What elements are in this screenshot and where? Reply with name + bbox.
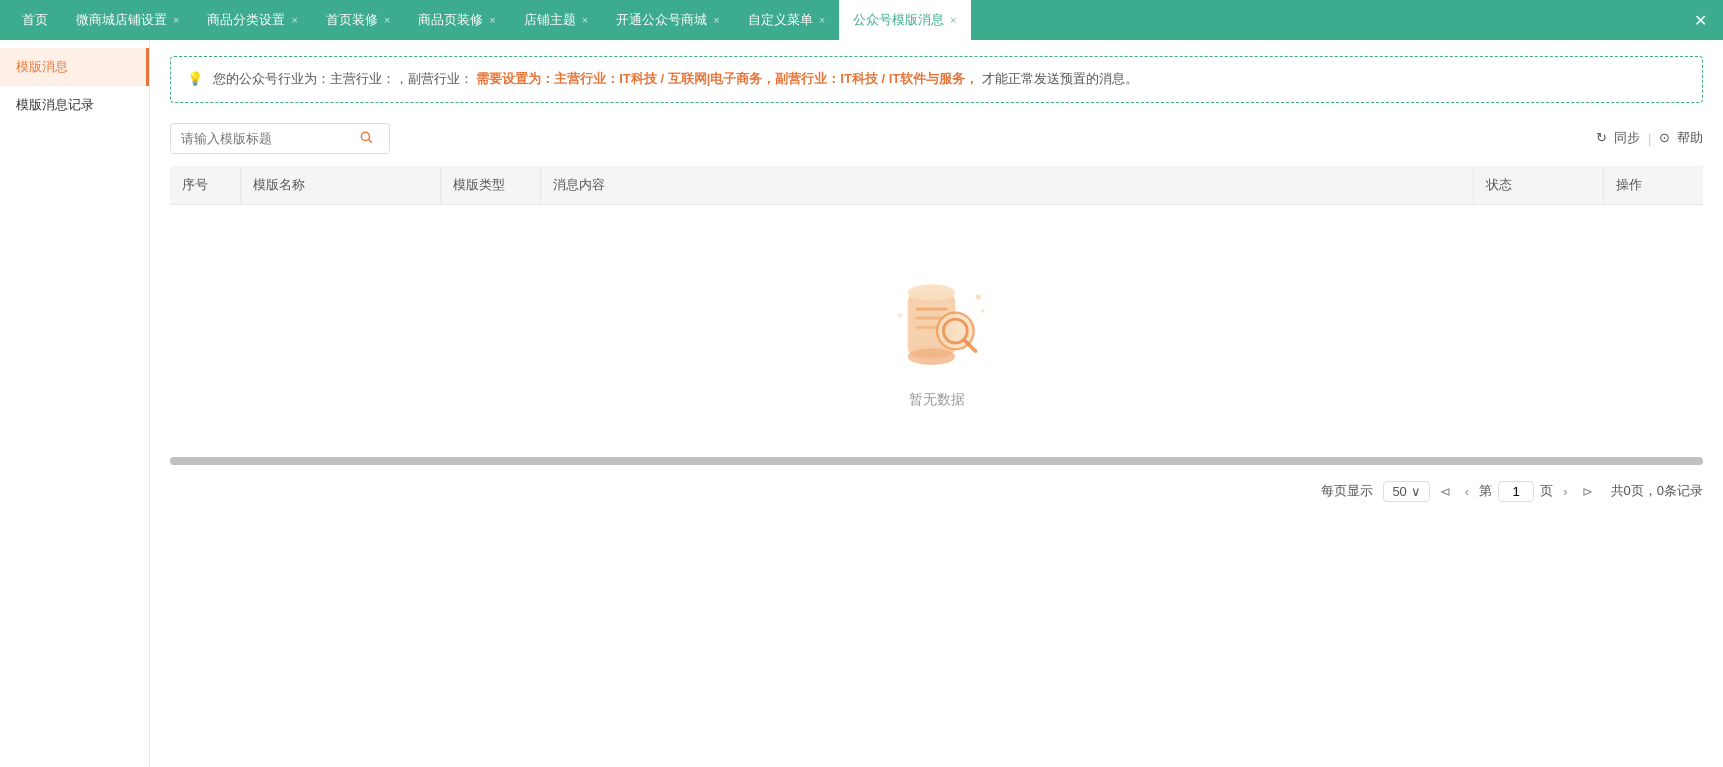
tab-product-decor-label: 商品页装修 — [418, 11, 483, 29]
toolbar-right: ↻ 同步 | ⊙ 帮助 — [1596, 129, 1703, 147]
content-area: 💡 您的公众号行业为：主营行业：，副营行业： 需要设置为：主营行业：IT科技 /… — [150, 40, 1723, 767]
col-seq: 序号 — [170, 166, 240, 205]
per-page-label: 每页显示 — [1321, 482, 1373, 500]
sidebar-item-template-msg-label: 模版消息 — [16, 59, 68, 74]
empty-state: 暂无数据 — [170, 205, 1703, 449]
svg-point-4 — [907, 284, 955, 301]
notice-banner: 💡 您的公众号行业为：主营行业：，副营行业： 需要设置为：主营行业：IT科技 /… — [170, 56, 1703, 103]
sync-label: 同步 — [1614, 130, 1640, 145]
tab-custom-menu-label: 自定义菜单 — [748, 11, 813, 29]
col-action: 操作 — [1603, 166, 1703, 205]
pagination: 每页显示 50 ∨ ⊲ ‹ 第 页 › ⊳ 共0页，0条记录 — [170, 473, 1703, 506]
tab-product-category-close[interactable]: × — [291, 14, 297, 26]
tab-open-mall[interactable]: 开通公众号商城 × — [602, 0, 733, 40]
empty-state-text: 暂无数据 — [909, 391, 965, 409]
tab-homepage-decor[interactable]: 首页装修 × — [312, 0, 404, 40]
col-template-name: 模版名称 — [240, 166, 440, 205]
tab-template-msg-close[interactable]: × — [950, 14, 956, 26]
svg-point-13 — [981, 309, 985, 313]
per-page-dropdown-icon: ∨ — [1411, 484, 1421, 499]
tab-custom-menu[interactable]: 自定义菜单 × — [734, 0, 839, 40]
page-total-text: 共0页，0条记录 — [1611, 482, 1703, 500]
sync-button[interactable]: ↻ 同步 — [1596, 129, 1640, 147]
tab-open-mall-label: 开通公众号商城 — [616, 11, 707, 29]
close-all-button[interactable]: ✕ — [1686, 11, 1715, 30]
notice-icon: 💡 — [187, 71, 203, 86]
tab-shop-theme-label: 店铺主题 — [524, 11, 576, 29]
search-input-wrap[interactable] — [170, 123, 390, 154]
sidebar-item-template-msg-record-label: 模版消息记录 — [16, 97, 94, 112]
notice-text-suffix: 才能正常发送预置的消息。 — [982, 71, 1138, 86]
prev-page-button[interactable]: ‹ — [1461, 482, 1473, 501]
horizontal-scrollbar[interactable] — [170, 457, 1703, 465]
page-unit-text: 页 — [1540, 482, 1553, 500]
sidebar-item-template-msg-record[interactable]: 模版消息记录 — [0, 86, 149, 124]
empty-state-icon — [882, 265, 992, 375]
tab-product-decor[interactable]: 商品页装修 × — [404, 0, 509, 40]
notice-text-prefix: 您的公众号行业为：主营行业：，副营行业： — [213, 71, 473, 86]
tab-home[interactable]: 首页 — [8, 0, 62, 40]
tab-product-decor-close[interactable]: × — [489, 14, 495, 26]
scrollbar-thumb[interactable] — [170, 457, 1703, 465]
notice-highlight: 需要设置为：主营行业：IT科技 / 互联网|电子商务，副营行业：IT科技 / I… — [476, 71, 978, 86]
per-page-value: 50 — [1392, 484, 1406, 499]
sidebar-item-template-msg[interactable]: 模版消息 — [0, 48, 149, 86]
tab-shop-setting-close[interactable]: × — [173, 14, 179, 26]
help-label: 帮助 — [1677, 130, 1703, 145]
col-msg-content: 消息内容 — [540, 166, 1473, 205]
tab-home-label: 首页 — [22, 11, 48, 29]
search-icon — [359, 130, 373, 144]
tab-shop-theme[interactable]: 店铺主题 × — [510, 0, 602, 40]
svg-point-0 — [361, 132, 369, 140]
tab-template-msg[interactable]: 公众号模版消息 × — [839, 0, 970, 40]
page-label-text: 第 — [1479, 482, 1492, 500]
tab-open-mall-close[interactable]: × — [713, 14, 719, 26]
tab-template-msg-label: 公众号模版消息 — [853, 11, 944, 29]
svg-line-1 — [369, 139, 372, 142]
page-number-input[interactable] — [1498, 481, 1534, 502]
tab-product-category[interactable]: 商品分类设置 × — [193, 0, 311, 40]
tab-custom-menu-close[interactable]: × — [819, 14, 825, 26]
tab-shop-theme-close[interactable]: × — [582, 14, 588, 26]
table-empty-row: 暂无数据 — [170, 204, 1703, 449]
per-page-select[interactable]: 50 ∨ — [1383, 481, 1429, 502]
toolbar-divider: | — [1648, 131, 1651, 146]
tab-homepage-decor-close[interactable]: × — [384, 14, 390, 26]
search-button[interactable] — [351, 124, 381, 153]
help-icon: ⊙ — [1659, 130, 1670, 145]
help-button[interactable]: ⊙ 帮助 — [1659, 129, 1703, 147]
sync-icon: ↻ — [1596, 130, 1607, 145]
tab-shop-setting-label: 微商城店铺设置 — [76, 11, 167, 29]
last-page-button[interactable]: ⊳ — [1578, 482, 1597, 501]
first-page-button[interactable]: ⊲ — [1436, 482, 1455, 501]
svg-point-14 — [898, 313, 903, 318]
tab-homepage-decor-label: 首页装修 — [326, 11, 378, 29]
svg-point-12 — [975, 294, 981, 300]
tab-shop-setting[interactable]: 微商城店铺设置 × — [62, 0, 193, 40]
next-page-button[interactable]: › — [1559, 482, 1571, 501]
tab-product-category-label: 商品分类设置 — [207, 11, 285, 29]
col-status: 状态 — [1473, 166, 1603, 205]
table-header-row: 序号 模版名称 模版类型 消息内容 状态 操作 — [170, 166, 1703, 205]
svg-point-5 — [907, 348, 955, 365]
data-table: 序号 模版名称 模版类型 消息内容 状态 操作 — [170, 166, 1703, 449]
search-input[interactable] — [171, 125, 351, 152]
main-layout: 模版消息 模版消息记录 💡 您的公众号行业为：主营行业：，副营行业： 需要设置为… — [0, 40, 1723, 767]
search-bar: ↻ 同步 | ⊙ 帮助 — [170, 123, 1703, 154]
sidebar: 模版消息 模版消息记录 — [0, 40, 150, 767]
col-template-type: 模版类型 — [440, 166, 540, 205]
tab-bar: 首页 微商城店铺设置 × 商品分类设置 × 首页装修 × 商品页装修 × 店铺主… — [0, 0, 1723, 40]
